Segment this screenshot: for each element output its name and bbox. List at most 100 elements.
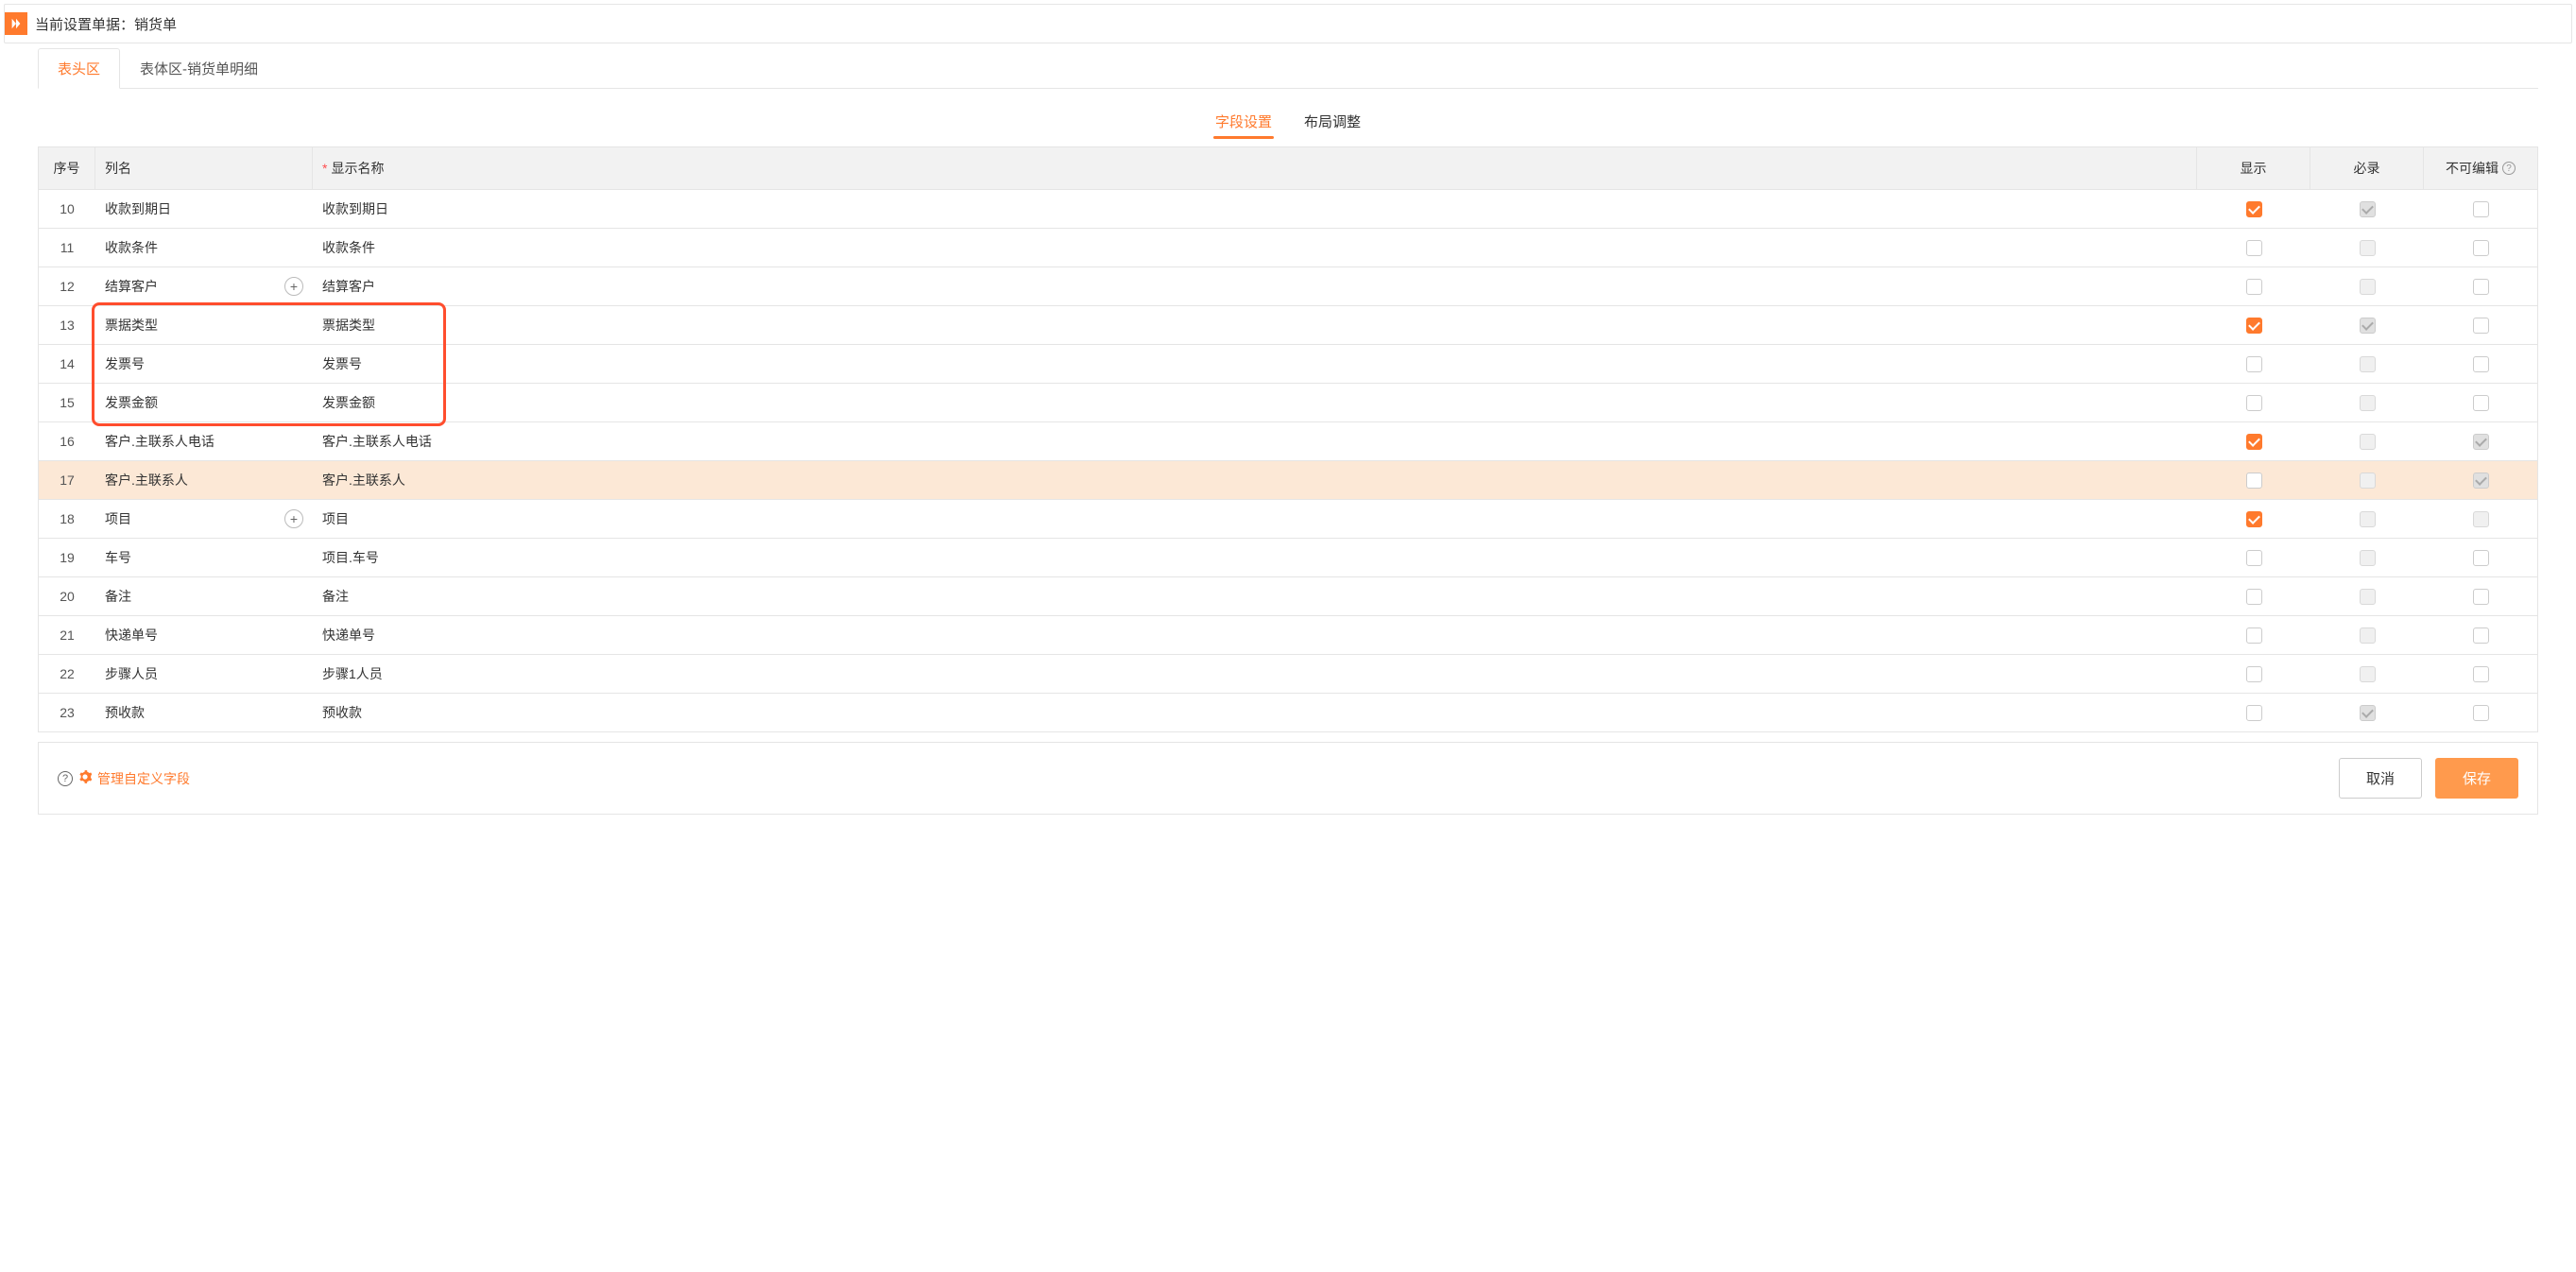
cell-noedit (2424, 384, 2537, 421)
header-bar: 当前设置单据：销货单 (4, 4, 2572, 43)
main-tabs: 表头区 表体区-销货单明细 (38, 47, 2538, 89)
cell-noedit (2424, 422, 2537, 460)
show-checkbox[interactable] (2246, 356, 2262, 372)
noedit-checkbox[interactable] (2473, 550, 2489, 566)
table-row[interactable]: 21快递单号快递单号 (39, 616, 2537, 655)
cell-required (2310, 539, 2424, 576)
show-checkbox[interactable] (2246, 666, 2262, 682)
cell-display-name[interactable]: 发票金额 (313, 384, 2197, 421)
noedit-checkbox[interactable] (2473, 201, 2489, 217)
table-row[interactable]: 18项目+项目 (39, 500, 2537, 539)
question-icon[interactable]: ? (58, 771, 73, 786)
tab-header-area[interactable]: 表头区 (38, 48, 120, 89)
noedit-checkbox[interactable] (2473, 240, 2489, 256)
required-checkbox (2360, 356, 2376, 372)
cell-seq: 22 (39, 655, 95, 693)
cell-required (2310, 655, 2424, 693)
show-checkbox[interactable] (2246, 240, 2262, 256)
show-checkbox[interactable] (2246, 550, 2262, 566)
show-checkbox[interactable] (2246, 395, 2262, 411)
table-row[interactable]: 11收款条件收款条件 (39, 229, 2537, 267)
cell-show (2197, 616, 2310, 654)
show-checkbox[interactable] (2246, 318, 2262, 334)
table-row[interactable]: 20备注备注 (39, 577, 2537, 616)
cell-required (2310, 345, 2424, 383)
tab-body-area[interactable]: 表体区-销货单明细 (120, 48, 278, 89)
show-checkbox[interactable] (2246, 705, 2262, 721)
col-header-required: 必录 (2310, 147, 2424, 189)
required-checkbox (2360, 201, 2376, 217)
table-row[interactable]: 16客户.主联系人电话客户.主联系人电话 (39, 422, 2537, 461)
cell-required (2310, 190, 2424, 228)
show-checkbox[interactable] (2246, 589, 2262, 605)
cell-display-name[interactable]: 快递单号 (313, 616, 2197, 654)
cell-display-name[interactable]: 客户.主联系人电话 (313, 422, 2197, 460)
sub-tab-layout[interactable]: 布局调整 (1302, 106, 1363, 137)
noedit-checkbox[interactable] (2473, 356, 2489, 372)
sub-tab-field-settings[interactable]: 字段设置 (1213, 106, 1274, 137)
noedit-checkbox (2473, 473, 2489, 489)
required-checkbox (2360, 705, 2376, 721)
col-header-name: 列名 (95, 147, 313, 189)
table-row[interactable]: 22步骤人员步骤1人员 (39, 655, 2537, 694)
cell-column-name: 项目+ (95, 500, 313, 538)
cell-noedit (2424, 267, 2537, 305)
manage-custom-fields-link[interactable]: 管理自定义字段 (97, 769, 190, 788)
cell-required (2310, 384, 2424, 421)
cell-show (2197, 655, 2310, 693)
show-checkbox[interactable] (2246, 511, 2262, 527)
cell-display-name[interactable]: 备注 (313, 577, 2197, 615)
show-checkbox[interactable] (2246, 434, 2262, 450)
cell-noedit (2424, 694, 2537, 731)
required-checkbox (2360, 395, 2376, 411)
table-row[interactable]: 23预收款预收款 (39, 694, 2537, 732)
cell-display-name[interactable]: 票据类型 (313, 306, 2197, 344)
cell-seq: 12 (39, 267, 95, 305)
noedit-checkbox[interactable] (2473, 279, 2489, 295)
cell-display-name[interactable]: 发票号 (313, 345, 2197, 383)
cell-show (2197, 539, 2310, 576)
show-checkbox[interactable] (2246, 627, 2262, 644)
cell-display-name[interactable]: 收款条件 (313, 229, 2197, 266)
required-checkbox (2360, 434, 2376, 450)
col-header-show: 显示 (2197, 147, 2310, 189)
table-row[interactable]: 10收款到期日收款到期日 (39, 190, 2537, 229)
show-checkbox[interactable] (2246, 473, 2262, 489)
cell-display-name[interactable]: 收款到期日 (313, 190, 2197, 228)
help-icon[interactable]: ? (2502, 162, 2516, 175)
save-button[interactable]: 保存 (2435, 758, 2518, 799)
cell-display-name[interactable]: 项目 (313, 500, 2197, 538)
cell-display-name[interactable]: 结算客户 (313, 267, 2197, 305)
collapse-toggle[interactable] (5, 12, 27, 35)
table-row[interactable]: 12结算客户+结算客户 (39, 267, 2537, 306)
table-row[interactable]: 15发票金额发票金额 (39, 384, 2537, 422)
cell-display-name[interactable]: 步骤1人员 (313, 655, 2197, 693)
chevron-right-double-icon (9, 17, 23, 30)
cell-display-name[interactable]: 客户.主联系人 (313, 461, 2197, 499)
cell-column-name: 客户.主联系人 (95, 461, 313, 499)
cell-seq: 16 (39, 422, 95, 460)
cell-show (2197, 694, 2310, 731)
noedit-checkbox[interactable] (2473, 705, 2489, 721)
plus-icon[interactable]: + (284, 277, 303, 296)
noedit-checkbox[interactable] (2473, 318, 2489, 334)
cancel-button[interactable]: 取消 (2339, 758, 2422, 799)
show-checkbox[interactable] (2246, 279, 2262, 295)
table-row[interactable]: 19车号项目.车号 (39, 539, 2537, 577)
noedit-checkbox[interactable] (2473, 627, 2489, 644)
noedit-checkbox[interactable] (2473, 666, 2489, 682)
cell-required (2310, 422, 2424, 460)
cell-required (2310, 577, 2424, 615)
plus-icon[interactable]: + (284, 509, 303, 528)
table-body: 10收款到期日收款到期日11收款条件收款条件12结算客户+结算客户13票据类型票… (38, 190, 2538, 732)
footer-right: 取消 保存 (2339, 758, 2518, 799)
table-row[interactable]: 13票据类型票据类型 (39, 306, 2537, 345)
noedit-checkbox[interactable] (2473, 589, 2489, 605)
cell-display-name[interactable]: 项目.车号 (313, 539, 2197, 576)
table-row[interactable]: 14发票号发票号 (39, 345, 2537, 384)
table-row[interactable]: 17客户.主联系人客户.主联系人 (39, 461, 2537, 500)
cell-column-name: 备注 (95, 577, 313, 615)
noedit-checkbox[interactable] (2473, 395, 2489, 411)
cell-display-name[interactable]: 预收款 (313, 694, 2197, 731)
show-checkbox[interactable] (2246, 201, 2262, 217)
